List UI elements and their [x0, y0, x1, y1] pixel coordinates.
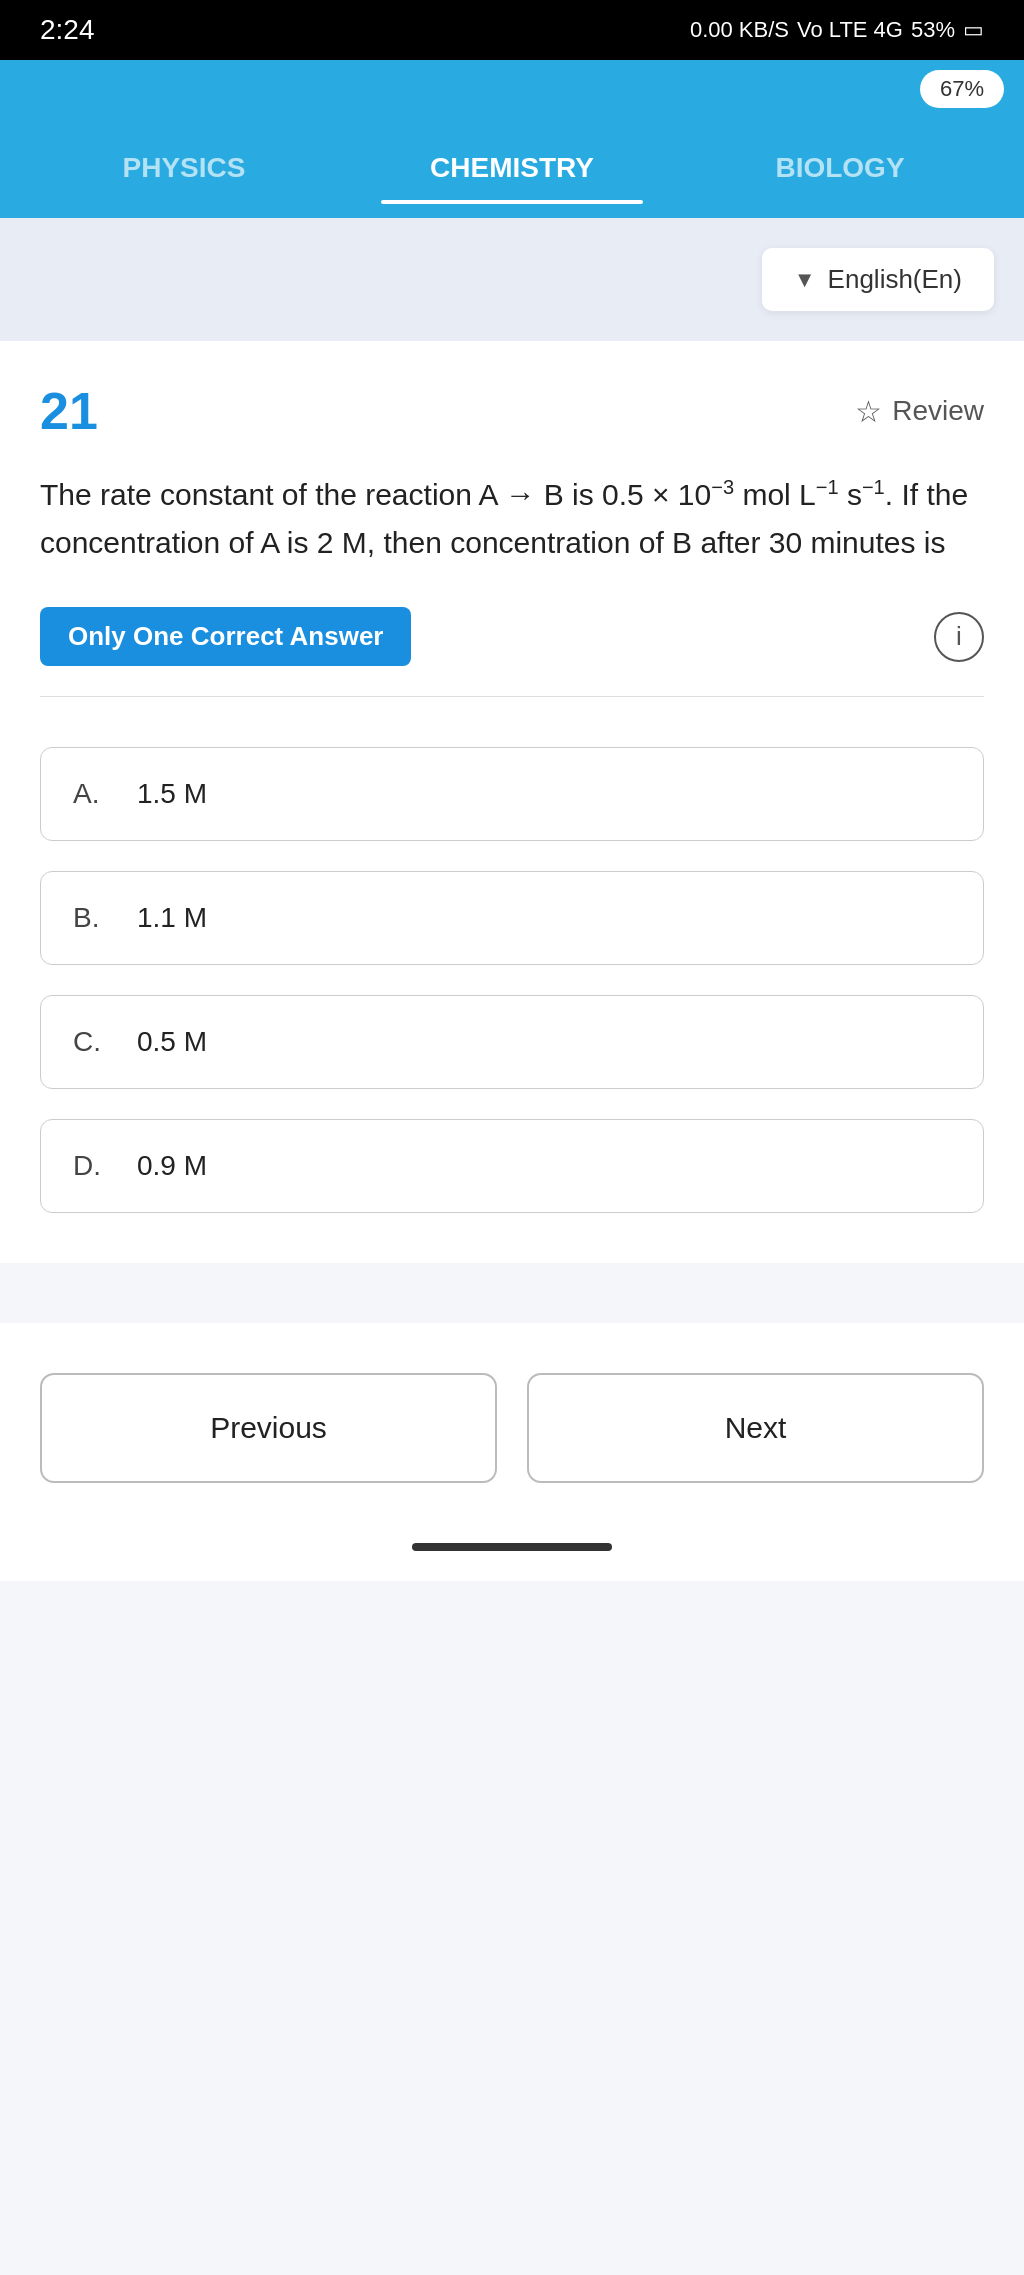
- chevron-down-icon: ▼: [794, 267, 816, 293]
- option-a-label: A.: [73, 778, 113, 810]
- question-header: 21 ☆ Review: [40, 381, 984, 441]
- next-button[interactable]: Next: [527, 1373, 984, 1483]
- network-info: 0.00 KB/S: [690, 17, 789, 43]
- option-a[interactable]: A. 1.5 M: [40, 747, 984, 841]
- answer-type-badge: Only One Correct Answer: [40, 607, 411, 666]
- option-c[interactable]: C. 0.5 M: [40, 995, 984, 1089]
- tab-physics[interactable]: PHYSICS: [20, 132, 348, 204]
- option-a-value: 1.5 M: [137, 778, 207, 810]
- language-selector[interactable]: ▼ English(En): [762, 248, 994, 311]
- option-c-label: C.: [73, 1026, 113, 1058]
- status-icons: 0.00 KB/S Vo LTE 4G 53% ▭: [690, 17, 984, 43]
- option-b-value: 1.1 M: [137, 902, 207, 934]
- status-bar: 2:24 0.00 KB/S Vo LTE 4G 53% ▭: [0, 0, 1024, 60]
- progress-bar-area: 67%: [0, 60, 1024, 118]
- tab-biology[interactable]: BIOLOGY: [676, 132, 1004, 204]
- nav-buttons: Previous Next: [0, 1323, 1024, 1523]
- star-icon: ☆: [855, 394, 882, 429]
- info-icon: i: [956, 621, 962, 652]
- option-b[interactable]: B. 1.1 M: [40, 871, 984, 965]
- divider: [40, 696, 984, 697]
- home-indicator: [412, 1543, 612, 1551]
- review-button[interactable]: ☆ Review: [855, 394, 984, 429]
- option-d-value: 0.9 M: [137, 1150, 207, 1182]
- option-d-label: D.: [73, 1150, 113, 1182]
- option-c-value: 0.5 M: [137, 1026, 207, 1058]
- language-area: ▼ English(En): [0, 218, 1024, 341]
- option-b-label: B.: [73, 902, 113, 934]
- previous-button[interactable]: Previous: [40, 1373, 497, 1483]
- options-container: A. 1.5 M B. 1.1 M C. 0.5 M D. 0.9 M: [40, 727, 984, 1233]
- info-button[interactable]: i: [934, 612, 984, 662]
- language-label: English(En): [828, 264, 962, 295]
- battery-percent: 53%: [911, 17, 955, 43]
- tab-chemistry[interactable]: CHEMISTRY: [348, 132, 676, 204]
- question-text: The rate constant of the reaction A → B …: [40, 471, 984, 567]
- answer-type-row: Only One Correct Answer i: [40, 607, 984, 666]
- tab-bar: PHYSICS CHEMISTRY BIOLOGY: [0, 118, 1024, 218]
- battery-icon: ▭: [963, 17, 984, 43]
- status-time: 2:24: [40, 14, 95, 46]
- bottom-indicator: [0, 1523, 1024, 1581]
- review-label: Review: [892, 395, 984, 427]
- question-number: 21: [40, 381, 98, 441]
- progress-fraction: 67%: [920, 70, 1004, 108]
- network-type: Vo LTE 4G: [797, 17, 903, 43]
- option-d[interactable]: D. 0.9 M: [40, 1119, 984, 1213]
- spacer: [0, 1263, 1024, 1323]
- main-content: 21 ☆ Review The rate constant of the rea…: [0, 341, 1024, 1263]
